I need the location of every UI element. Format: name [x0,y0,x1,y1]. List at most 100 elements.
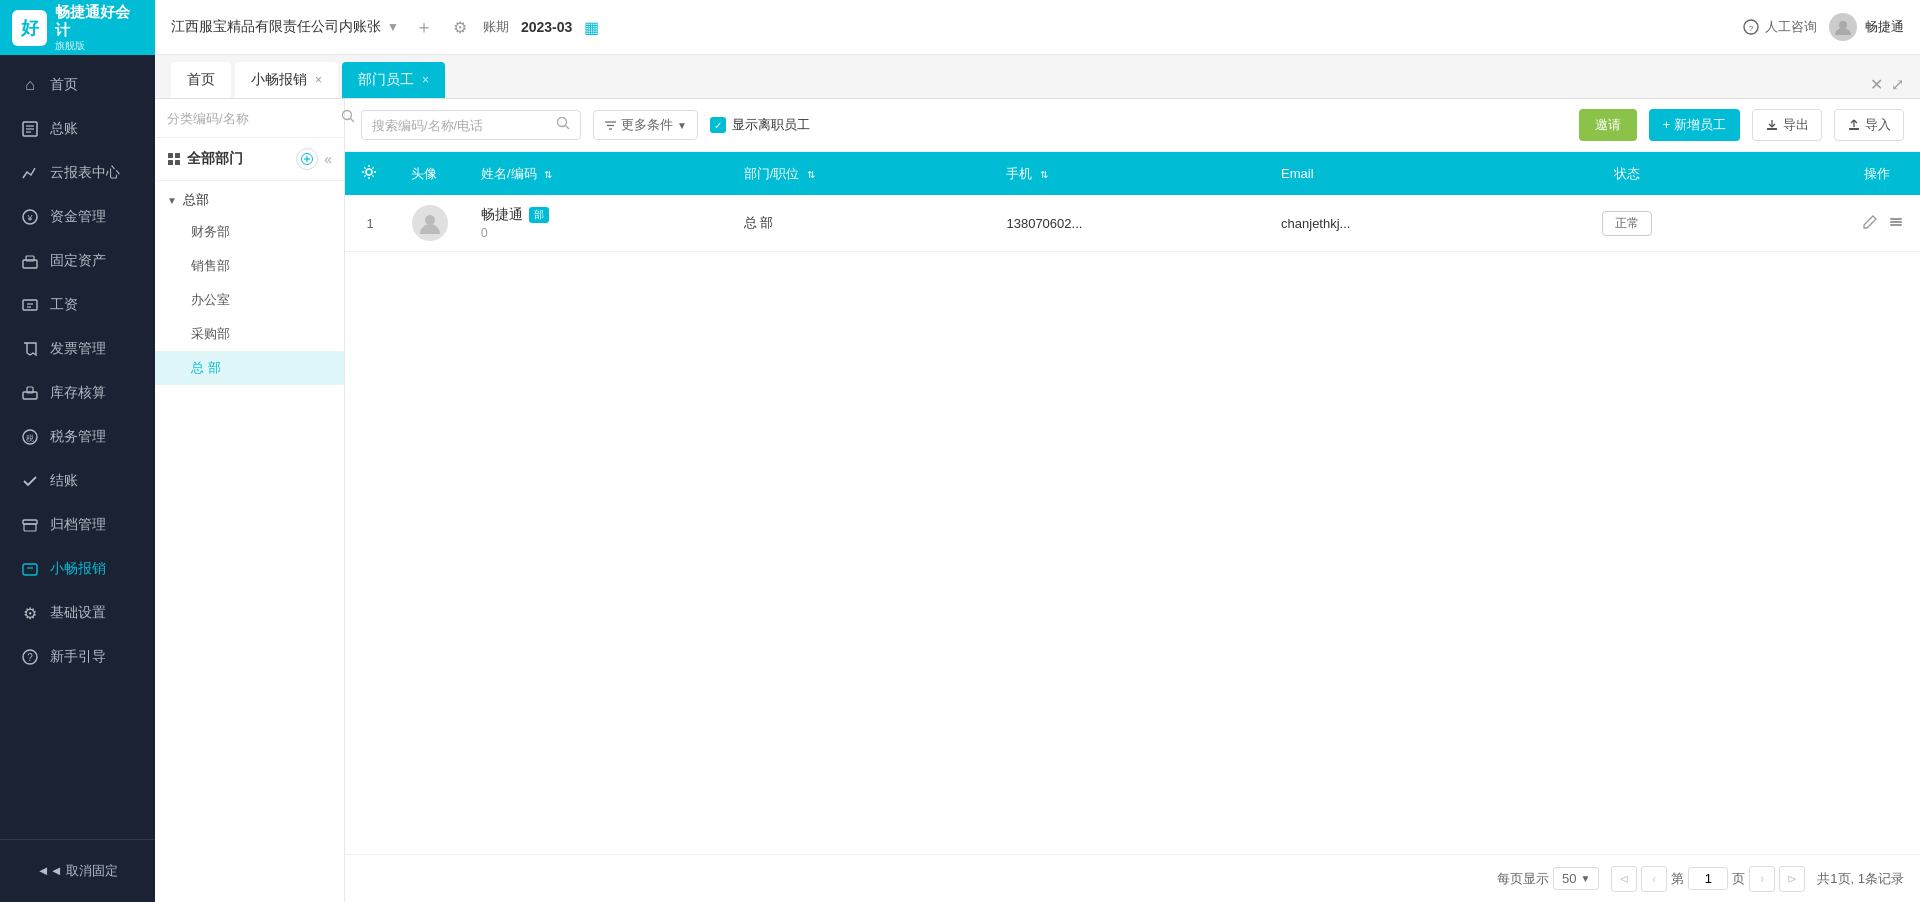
dept-item-general[interactable]: 总 部 [155,351,344,385]
sidebar-item-archive-label: 归档管理 [50,516,106,534]
add-employee-button[interactable]: + 新增员工 [1649,109,1740,141]
sidebar-item-salary[interactable]: 工资 [0,283,155,327]
dept-item-purchase[interactable]: 采购部 [155,317,344,351]
add-company-icon[interactable]: ＋ [411,11,437,43]
reports-icon [20,163,40,183]
sidebar-item-inventory-label: 库存核算 [50,384,106,402]
add-dept-icon[interactable] [296,148,318,170]
search-icon[interactable] [556,116,570,134]
edit-button[interactable] [1862,214,1878,233]
col-name-code[interactable]: 姓名/编码 ⇅ [465,152,728,195]
more-button[interactable] [1888,214,1904,233]
page-size-dropdown[interactable]: 50 ▼ [1553,867,1599,890]
sidebar-item-invoice[interactable]: 发票管理 [0,327,155,371]
sidebar-item-ledger[interactable]: 总账 [0,107,155,151]
import-button[interactable]: 导入 [1834,109,1904,141]
per-page-chevron-icon: ▼ [1580,873,1590,884]
export-label: 导出 [1783,116,1809,134]
sidebar-item-closing[interactable]: 结账 [0,459,155,503]
col-settings[interactable] [345,152,395,195]
dept-group-zongbu: ▼ 总部 [155,185,344,215]
show-resigned-checkbox[interactable]: ✓ [710,117,726,133]
emp-code: 0 [481,226,712,240]
unfix-button[interactable]: ◄◄ 取消固定 [0,852,155,890]
sidebar-item-settings[interactable]: ⚙ 基础设置 [0,591,155,635]
tabs-actions: ✕ ⤢ [1870,75,1904,98]
emp-name: 畅捷通 部 [481,206,712,224]
sidebar-item-archive[interactable]: 归档管理 [0,503,155,547]
last-page-button[interactable]: ⊳ [1779,866,1805,892]
dept-item-finance[interactable]: 财务部 [155,215,344,249]
sidebar-item-inventory[interactable]: 库存核算 [0,371,155,415]
collapse-icon[interactable]: « [324,151,332,167]
svg-rect-28 [168,160,173,165]
calendar-icon[interactable]: ▦ [584,18,599,37]
guide-icon: ? [20,647,40,667]
sort-dept-icon: ⇅ [807,169,815,180]
sidebar-item-assets[interactable]: 固定资产 [0,239,155,283]
page-number-input[interactable] [1688,867,1728,890]
svg-rect-26 [168,153,173,158]
all-dept-text: 全部部门 [187,150,243,168]
tab-expense[interactable]: 小畅报销 × [235,62,338,98]
tab-close-all-icon[interactable]: ✕ [1870,75,1883,94]
col-dept-position[interactable]: 部门/职位 ⇅ [728,152,991,195]
dept-item-sales[interactable]: 销售部 [155,249,344,283]
svg-text:¥: ¥ [26,213,33,223]
dept-tree-icons: « [296,148,332,170]
sort-name-icon: ⇅ [544,169,552,180]
prev-page-button[interactable]: ‹ [1641,866,1667,892]
app-name: 畅捷通好会计 [55,3,143,39]
row-actions [1732,195,1920,252]
show-resigned-toggle[interactable]: ✓ 显示离职员工 [710,116,810,134]
help-button[interactable]: ? 人工咨询 [1743,18,1817,36]
tab-department-close-icon[interactable]: × [422,73,429,87]
employee-search-input[interactable] [372,118,550,133]
svg-rect-38 [1767,128,1777,130]
dept-item-office[interactable]: 办公室 [155,283,344,317]
tab-department[interactable]: 部门员工 × [342,62,445,98]
finance-icon: ¥ [20,207,40,227]
sidebar-item-expense[interactable]: 小畅报销 [0,547,155,591]
topbar: 江西服宝精品有限责任公司内账张 ▼ ＋ ⚙ 账期 2023-03 ▦ ? 人工咨… [155,0,1920,55]
sidebar-item-tax[interactable]: 税 税务管理 [0,415,155,459]
app-edition: 旗舰版 [55,39,143,53]
user-name: 畅捷通 [1865,18,1904,36]
tab-home[interactable]: 首页 [171,62,231,98]
sidebar-item-reports[interactable]: 云报表中心 [0,151,155,195]
company-selector[interactable]: 江西服宝精品有限责任公司内账张 ▼ [171,18,399,36]
left-panel: 全部部门 « ▼ 总部 财务部 销售部 [155,99,345,902]
dept-purchase-label: 采购部 [191,326,230,341]
row-email: chanjethkj... [1265,195,1523,252]
archive-icon [20,515,40,535]
dept-finance-label: 财务部 [191,224,230,239]
user-menu[interactable]: 畅捷通 [1829,13,1904,41]
sidebar-item-guide[interactable]: ? 新手引导 [0,635,155,679]
dept-office-label: 办公室 [191,292,230,307]
svg-line-34 [566,126,570,130]
sidebar-item-tax-label: 税务管理 [50,428,106,446]
page-nav: ⊲ ‹ 第 页 › ⊳ [1611,866,1805,892]
sidebar-item-assets-label: 固定资产 [50,252,106,270]
col-phone[interactable]: 手机 ⇅ [990,152,1265,195]
company-settings-icon[interactable]: ⚙ [449,14,471,41]
dept-tree-header: 全部部门 « [155,138,344,181]
tab-expand-icon[interactable]: ⤢ [1891,75,1904,94]
show-resigned-label: 显示离职员工 [732,116,810,134]
sort-phone-icon: ⇅ [1040,169,1048,180]
sidebar-item-home[interactable]: ⌂ 首页 [0,63,155,107]
dept-search-input[interactable] [167,111,335,126]
tab-department-label: 部门员工 [358,71,414,89]
table-row: 1 畅捷通 部 [345,195,1920,252]
page-content: 全部部门 « ▼ 总部 财务部 销售部 [155,99,1920,902]
filter-button[interactable]: 更多条件 ▼ [593,110,698,140]
next-page-button[interactable]: › [1749,866,1775,892]
filter-label: 更多条件 [621,116,673,134]
first-page-button[interactable]: ⊲ [1611,866,1637,892]
tab-expense-close-icon[interactable]: × [315,73,322,87]
employee-table-container: 头像 姓名/编码 ⇅ 部门/职位 ⇅ 手机 [345,152,1920,854]
export-button[interactable]: 导出 [1752,109,1822,141]
sidebar-item-finance[interactable]: ¥ 资金管理 [0,195,155,239]
per-page-value: 50 [1562,871,1576,886]
invite-button[interactable]: 邀请 [1579,109,1637,141]
